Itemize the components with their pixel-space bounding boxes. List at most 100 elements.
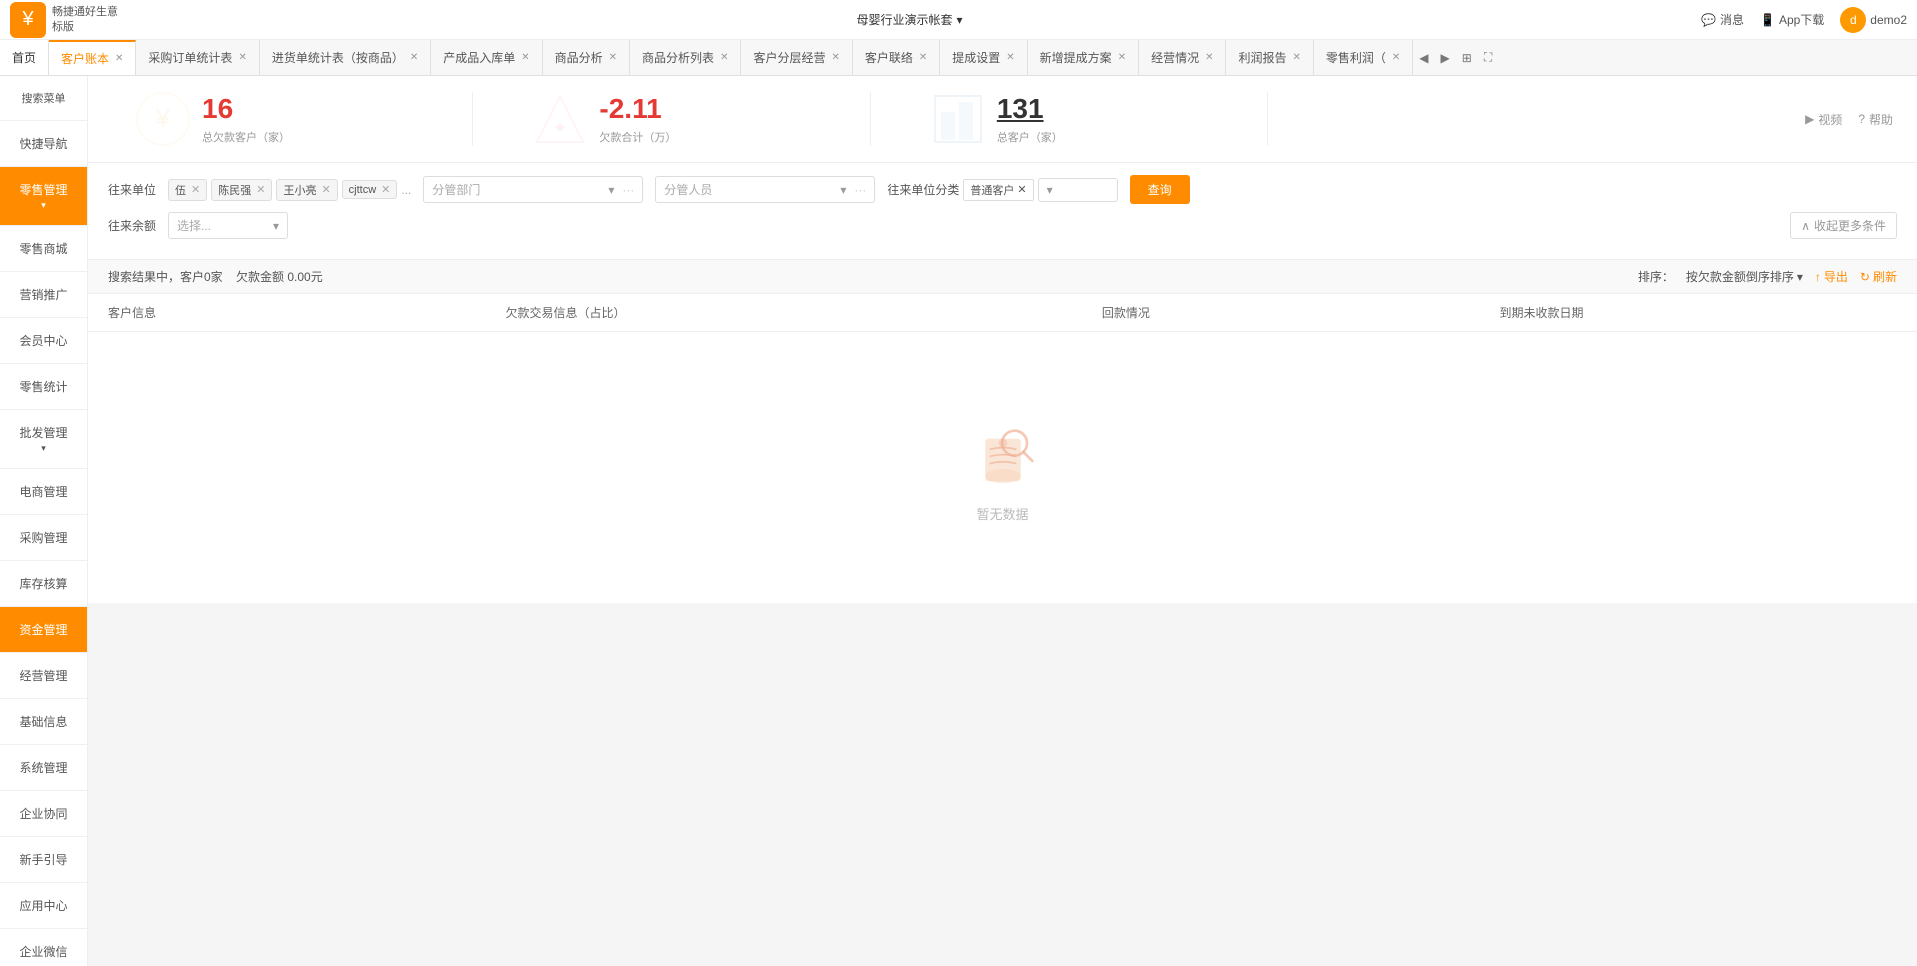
close-icon[interactable]: ✕	[1205, 52, 1213, 63]
tab-produce-entry[interactable]: 产成品入库单 ✕	[431, 40, 542, 75]
stat-value-all-customers: 131	[997, 93, 1063, 125]
avatar: d	[1840, 7, 1866, 33]
help-button[interactable]: ? 帮助	[1858, 111, 1893, 128]
close-icon[interactable]: ✕	[919, 52, 927, 63]
sidebar-item-purchase[interactable]: 采购管理	[0, 515, 87, 561]
sidebar-item-system[interactable]: 系统管理	[0, 745, 87, 791]
sidebar-item-marketing[interactable]: 营销推广	[0, 272, 87, 318]
close-icon[interactable]: ✕	[115, 53, 123, 64]
user-menu[interactable]: d demo2	[1840, 7, 1907, 33]
close-icon[interactable]: ✕	[1006, 52, 1014, 63]
app-download-button[interactable]: 📱 App下载	[1760, 11, 1824, 28]
close-icon[interactable]: ✕	[410, 52, 418, 63]
sidebar-item-app-center[interactable]: 应用中心	[0, 883, 87, 929]
sidebar-item-retail-stats[interactable]: 零售统计	[0, 364, 87, 410]
sidebar-item-shortcuts[interactable]: 快捷导航	[0, 121, 87, 167]
stats-row: ¥ 16 总欠款客户（家） ✦ -2.11 欠款合计	[88, 76, 1917, 163]
remove-classify-tag[interactable]: ✕	[1017, 183, 1026, 196]
tab-expand[interactable]: ⊞	[1456, 40, 1478, 75]
tab-add-commission[interactable]: 新增提成方案 ✕	[1028, 40, 1139, 75]
filter-classify-area: 往来单位分类 普通客户 ✕ ▾	[887, 178, 1117, 202]
close-icon[interactable]: ✕	[238, 52, 246, 63]
sidebar-item-retail[interactable]: 零售管理 ▾	[0, 167, 87, 226]
tab-business-status[interactable]: 经营情况 ✕	[1139, 40, 1226, 75]
account-selector[interactable]: 母婴行业演示帐套 ▾	[856, 11, 962, 28]
tab-retail-profit[interactable]: 零售利润（ ✕	[1314, 40, 1413, 75]
chevron-down-icon: ▾	[1797, 270, 1803, 284]
filter-person-select[interactable]: 分管人员 ▾ ···	[655, 176, 875, 203]
collapse-icon: ∧	[1801, 219, 1810, 233]
video-help-button[interactable]: ▶ 视频	[1805, 111, 1842, 128]
empty-text: 暂无数据	[976, 504, 1028, 523]
tab-scroll-right[interactable]: ▶	[1435, 40, 1456, 75]
close-icon[interactable]: ✕	[831, 52, 839, 63]
col-header-customer: 客户信息	[108, 304, 506, 321]
tab-bar: 首页 客户账本 ✕ 采购订单统计表 ✕ 进货单统计表（按商品） ✕ 产成品入库单…	[0, 40, 1917, 76]
tab-goods-analysis[interactable]: 商品分析 ✕	[543, 40, 630, 75]
filter-label-unit: 往来单位	[108, 181, 156, 198]
col-header-due-date: 到期未收款日期	[1499, 304, 1897, 321]
stat-icon-debt: ✦	[533, 92, 587, 146]
tab-home[interactable]: 首页	[0, 40, 49, 75]
close-icon[interactable]: ✕	[720, 52, 728, 63]
refresh-button[interactable]: ↻ 刷新	[1860, 268, 1897, 285]
tab-customer-layer[interactable]: 客户分层经营 ✕	[741, 40, 852, 75]
sidebar-item-retail-mall[interactable]: 零售商城	[0, 226, 87, 272]
close-icon[interactable]: ✕	[1118, 52, 1126, 63]
filter-more-tags[interactable]: ...	[401, 183, 411, 197]
close-icon[interactable]: ✕	[1392, 52, 1400, 63]
sidebar-item-enterprise[interactable]: 企业协同	[0, 791, 87, 837]
top-bar: ¥ 畅捷通好生意 标版 母婴行业演示帐套 ▾ 💬 消息 📱 App下载 d de…	[0, 0, 1917, 40]
search-button[interactable]: 查询	[1130, 175, 1190, 204]
collapse-button[interactable]: ∧ 收起更多条件	[1790, 212, 1897, 239]
remove-tag-wu[interactable]: ✕	[191, 183, 200, 196]
stat-label-customers: 总欠款客户（家）	[202, 129, 290, 145]
filter-tag-chen: 陈民强 ✕	[211, 179, 272, 201]
classify-dropdown[interactable]: ▾	[1038, 178, 1118, 202]
balance-select[interactable]: 选择... ▾	[168, 212, 288, 239]
filter-tag-wu: 伍 ✕	[168, 179, 207, 201]
sidebar-item-search[interactable]: 搜索菜单	[0, 76, 87, 121]
sidebar-item-member[interactable]: 会员中心	[0, 318, 87, 364]
export-button[interactable]: ↑ 导出	[1815, 268, 1848, 285]
stat-label-all-customers: 总客户（家）	[997, 129, 1063, 145]
tab-goods-list[interactable]: 商品分析列表 ✕	[630, 40, 741, 75]
remove-tag-cjttcw[interactable]: ✕	[381, 183, 390, 196]
tab-profit-report[interactable]: 利润报告 ✕	[1226, 40, 1313, 75]
close-icon[interactable]: ✕	[1293, 52, 1301, 63]
tab-customer-contact[interactable]: 客户联络 ✕	[853, 40, 940, 75]
main-layout: 搜索菜单 快捷导航 零售管理 ▾ 零售商城 营销推广 会员中心 零售统计 批发管…	[0, 76, 1917, 966]
download-icon: 📱	[1760, 13, 1775, 27]
logo-area: ¥ 畅捷通好生意 标版	[10, 2, 118, 38]
close-icon[interactable]: ✕	[609, 52, 617, 63]
sidebar-item-guide[interactable]: 新手引导	[0, 837, 87, 883]
stat-total-customers: ¥ 16 总欠款客户（家）	[112, 92, 473, 146]
filter-tags-unit: 伍 ✕ 陈民强 ✕ 王小亮 ✕ cjttcw ✕ ...	[168, 179, 411, 201]
sidebar-item-capital[interactable]: 资金管理	[0, 607, 87, 653]
logo-text: 畅捷通好生意 标版	[52, 5, 118, 34]
result-summary: 搜索结果中，客户0家	[108, 270, 223, 284]
table-header: 客户信息 欠款交易信息（占比） 回款情况 到期未收款日期	[88, 294, 1917, 332]
tab-goods-stats[interactable]: 进货单统计表（按商品） ✕	[260, 40, 431, 75]
chevron-down-icon: ▾	[957, 13, 963, 27]
sidebar-item-ecommerce[interactable]: 电商管理	[0, 469, 87, 515]
svg-text:✦: ✦	[553, 118, 568, 138]
sort-select[interactable]: 按欠款金额倒序排序 ▾	[1686, 268, 1803, 285]
message-button[interactable]: 💬 消息	[1701, 11, 1744, 28]
sidebar-item-enterprise-wechat[interactable]: 企业微信	[0, 929, 87, 966]
tab-commission-settings[interactable]: 提成设置 ✕	[940, 40, 1027, 75]
filter-row-2: 往来余额 选择... ▾ ∧ 收起更多条件	[108, 212, 1897, 239]
sidebar-item-inventory[interactable]: 库存核算	[0, 561, 87, 607]
sidebar: 搜索菜单 快捷导航 零售管理 ▾ 零售商城 营销推广 会员中心 零售统计 批发管…	[0, 76, 88, 966]
sidebar-item-wholesale[interactable]: 批发管理 ▾	[0, 410, 87, 469]
sidebar-item-basic-info[interactable]: 基础信息	[0, 699, 87, 745]
tab-customer-account[interactable]: 客户账本 ✕	[49, 40, 136, 75]
tab-purchase-order[interactable]: 采购订单统计表 ✕	[136, 40, 259, 75]
remove-tag-chen[interactable]: ✕	[256, 183, 265, 196]
remove-tag-wang[interactable]: ✕	[321, 183, 330, 196]
close-icon[interactable]: ✕	[521, 52, 529, 63]
filter-dept-select[interactable]: 分管部门 ▾ ···	[423, 176, 643, 203]
sidebar-item-operation[interactable]: 经营管理	[0, 653, 87, 699]
tab-scroll-left[interactable]: ◀	[1413, 40, 1434, 75]
tab-fullscreen[interactable]: ⛶	[1478, 40, 1498, 75]
